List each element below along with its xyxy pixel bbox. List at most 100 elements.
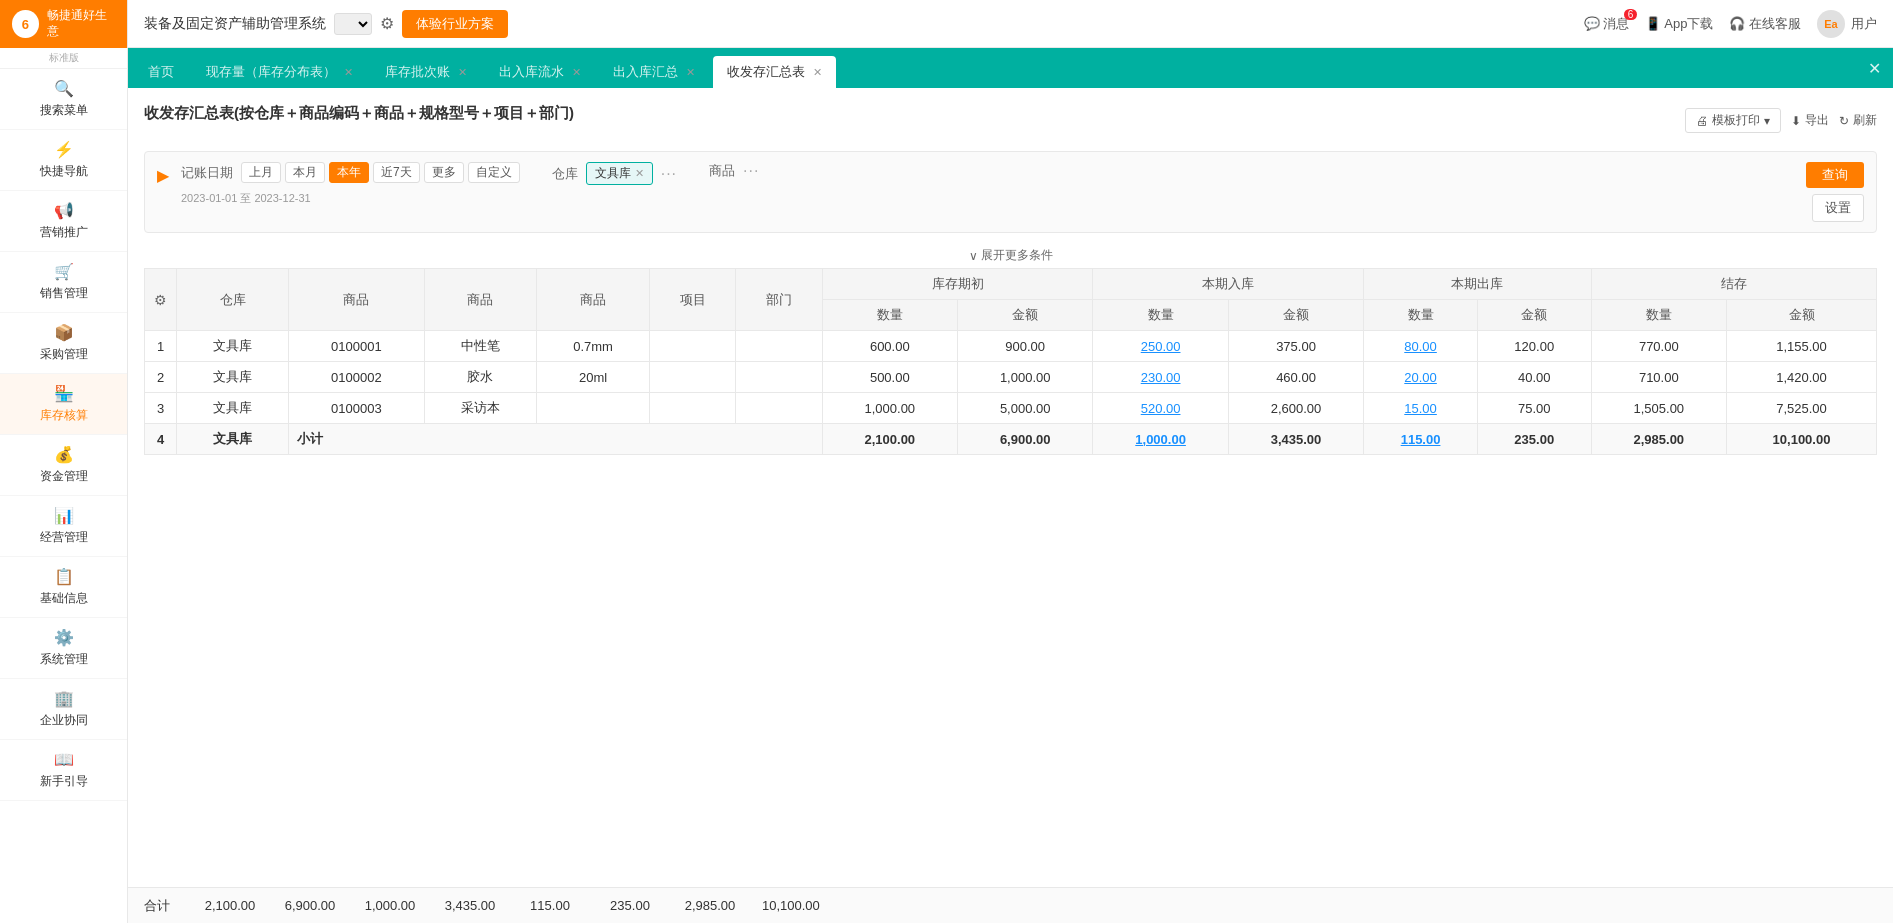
product-ellipsis[interactable]: ··· [743, 162, 759, 180]
cell-warehouse: 文具库 [177, 362, 289, 393]
sidebar-item-enterprise[interactable]: 🏢 企业协同 [0, 679, 127, 740]
in-qty-link[interactable]: 250.00 [1141, 339, 1181, 354]
th-closing-qty: 数量 [1591, 300, 1726, 331]
cell-project [650, 393, 736, 424]
table-row: 3 文具库 0100003 采访本 1,000.00 5,000.00 520.… [145, 393, 1877, 424]
close-all-tabs-icon[interactable]: ✕ [1860, 59, 1889, 78]
tabbar: 首页现存量（库存分布表）✕库存批次账✕出入库流水✕出入库汇总✕收发存汇总表✕ ✕ [128, 48, 1893, 88]
system-dropdown[interactable] [334, 13, 372, 35]
filter-section: 记账日期 上月本月本年近7天更多自定义 2023-01-01 至 2023-12… [181, 162, 520, 206]
sidebar-item-marketing[interactable]: 📢 营销推广 [0, 191, 127, 252]
tab-4[interactable]: 出入库汇总 ✕ [599, 56, 709, 88]
footer-cells: 2,100.00 6,900.00 1,000.00 3,435.00 115.… [190, 898, 832, 913]
cell-department [736, 331, 822, 362]
sidebar-item-operations[interactable]: 📊 经营管理 [0, 496, 127, 557]
footer-out-amt: 235.00 [590, 898, 670, 913]
sidebar-item-sales[interactable]: 🛒 销售管理 [0, 252, 127, 313]
warehouse-ellipsis[interactable]: ··· [661, 165, 677, 183]
th-out-group: 本期出库 [1364, 269, 1591, 300]
cell-out-qty: 15.00 [1364, 393, 1478, 424]
table-settings-icon[interactable]: ⚙ [154, 292, 167, 308]
export-btn[interactable]: ⬇ 导出 [1791, 112, 1829, 129]
tab-5[interactable]: 收发存汇总表✕ [713, 56, 836, 88]
out-qty-link[interactable]: 80.00 [1404, 339, 1437, 354]
th-in-qty: 数量 [1093, 300, 1228, 331]
subtotal-out-qty-link[interactable]: 115.00 [1401, 432, 1441, 447]
warehouse-label: 仓库 [552, 165, 578, 183]
user-label: 用户 [1851, 15, 1877, 33]
subtotal-in-qty-link[interactable]: 1,000.00 [1135, 432, 1186, 447]
date-btn-更多[interactable]: 更多 [424, 162, 464, 183]
expand-label: 展开更多条件 [981, 247, 1053, 264]
sidebar-item-inventory[interactable]: 🏪 库存核算 [0, 374, 127, 435]
tab-close-5[interactable]: ✕ [813, 66, 822, 79]
sidebar-item-guide[interactable]: 📖 新手引导 [0, 740, 127, 801]
main-content: 收发存汇总表(按仓库＋商品编码＋商品＋规格型号＋项目＋部门) 🖨 模板打印 ▾ … [128, 88, 1893, 923]
th-product-name: 商品 [424, 269, 536, 331]
sidebar-item-label: 库存核算 [40, 407, 88, 424]
refresh-btn[interactable]: ↻ 刷新 [1839, 112, 1877, 129]
filter-actions: 查询 设置 [1806, 162, 1864, 222]
experience-btn[interactable]: 体验行业方案 [402, 10, 508, 38]
tab-close-1[interactable]: ✕ [344, 66, 353, 79]
sidebar-item-purchase[interactable]: 📦 采购管理 [0, 313, 127, 374]
finance-icon: 💰 [54, 445, 74, 464]
footer-in-qty: 1,000.00 [350, 898, 430, 913]
date-btn-上月[interactable]: 上月 [241, 162, 281, 183]
online-support-btn[interactable]: 🎧 在线客服 [1729, 15, 1801, 33]
sidebar-item-system[interactable]: ⚙️ 系统管理 [0, 618, 127, 679]
th-closing-amt: 金额 [1727, 300, 1877, 331]
cell-product-name: 采访本 [424, 393, 536, 424]
sidebar-item-quick[interactable]: ⚡ 快捷导航 [0, 130, 127, 191]
footer-label: 合计 [144, 897, 190, 915]
sidebar-item-basic[interactable]: 📋 基础信息 [0, 557, 127, 618]
sidebar-item-label: 企业协同 [40, 712, 88, 729]
filter-arrow-icon[interactable]: ▶ [157, 166, 169, 185]
subtotal-closing-amt: 10,100.00 [1727, 424, 1877, 455]
query-btn[interactable]: 查询 [1806, 162, 1864, 188]
cell-department [736, 362, 822, 393]
sidebar-item-label: 系统管理 [40, 651, 88, 668]
print-icon: 🖨 [1696, 114, 1708, 128]
user-area[interactable]: Ea 用户 [1817, 10, 1877, 38]
app-download-btn[interactable]: 📱 App下载 [1645, 15, 1713, 33]
tab-close-3[interactable]: ✕ [572, 66, 581, 79]
tab-label-4: 出入库汇总 [613, 63, 678, 81]
out-qty-link[interactable]: 15.00 [1404, 401, 1437, 416]
search-icon: 🔍 [54, 79, 74, 98]
date-btn-本年[interactable]: 本年 [329, 162, 369, 183]
gear-icon[interactable]: ⚙ [380, 14, 394, 33]
sidebar-item-finance[interactable]: 💰 资金管理 [0, 435, 127, 496]
warehouse-remove-icon[interactable]: ✕ [635, 167, 644, 180]
cell-opening-amt: 900.00 [958, 331, 1093, 362]
in-qty-link[interactable]: 520.00 [1141, 401, 1181, 416]
date-btn-本月[interactable]: 本月 [285, 162, 325, 183]
cell-product-code: 0100002 [289, 362, 424, 393]
tabs-container: 首页现存量（库存分布表）✕库存批次账✕出入库流水✕出入库汇总✕收发存汇总表✕ [132, 48, 838, 88]
tab-2[interactable]: 库存批次账✕ [371, 56, 481, 88]
print-btn[interactable]: 🖨 模板打印 ▾ [1685, 108, 1781, 133]
cell-project [650, 362, 736, 393]
tab-3[interactable]: 出入库流水✕ [485, 56, 595, 88]
date-btn-自定义[interactable]: 自定义 [468, 162, 520, 183]
tab-0[interactable]: 首页 [134, 56, 188, 88]
date-btn-近7天[interactable]: 近7天 [373, 162, 420, 183]
quick-icon: ⚡ [54, 140, 74, 159]
expand-btn[interactable]: ∨ 展开更多条件 [969, 247, 1053, 264]
cell-project [650, 331, 736, 362]
operations-icon: 📊 [54, 506, 74, 525]
out-qty-link[interactable]: 20.00 [1404, 370, 1437, 385]
sidebar-items: 🔍 搜索菜单⚡ 快捷导航📢 营销推广🛒 销售管理📦 采购管理🏪 库存核算💰 资金… [0, 69, 127, 801]
table-footer: 合计 2,100.00 6,900.00 1,000.00 3,435.00 1… [128, 887, 1893, 923]
sidebar-item-search[interactable]: 🔍 搜索菜单 [0, 69, 127, 130]
th-in-amt: 金额 [1228, 300, 1363, 331]
tab-close-4[interactable]: ✕ [686, 66, 695, 79]
in-qty-link[interactable]: 230.00 [1141, 370, 1181, 385]
setting-btn[interactable]: 设置 [1812, 194, 1864, 222]
print-label: 模板打印 [1712, 112, 1760, 129]
tab-close-2[interactable]: ✕ [458, 66, 467, 79]
tab-1[interactable]: 现存量（库存分布表）✕ [192, 56, 367, 88]
cell-out-amt: 40.00 [1477, 362, 1591, 393]
message-icon[interactable]: 💬 消息 6 [1584, 15, 1630, 33]
cell-closing-amt: 1,420.00 [1727, 362, 1877, 393]
